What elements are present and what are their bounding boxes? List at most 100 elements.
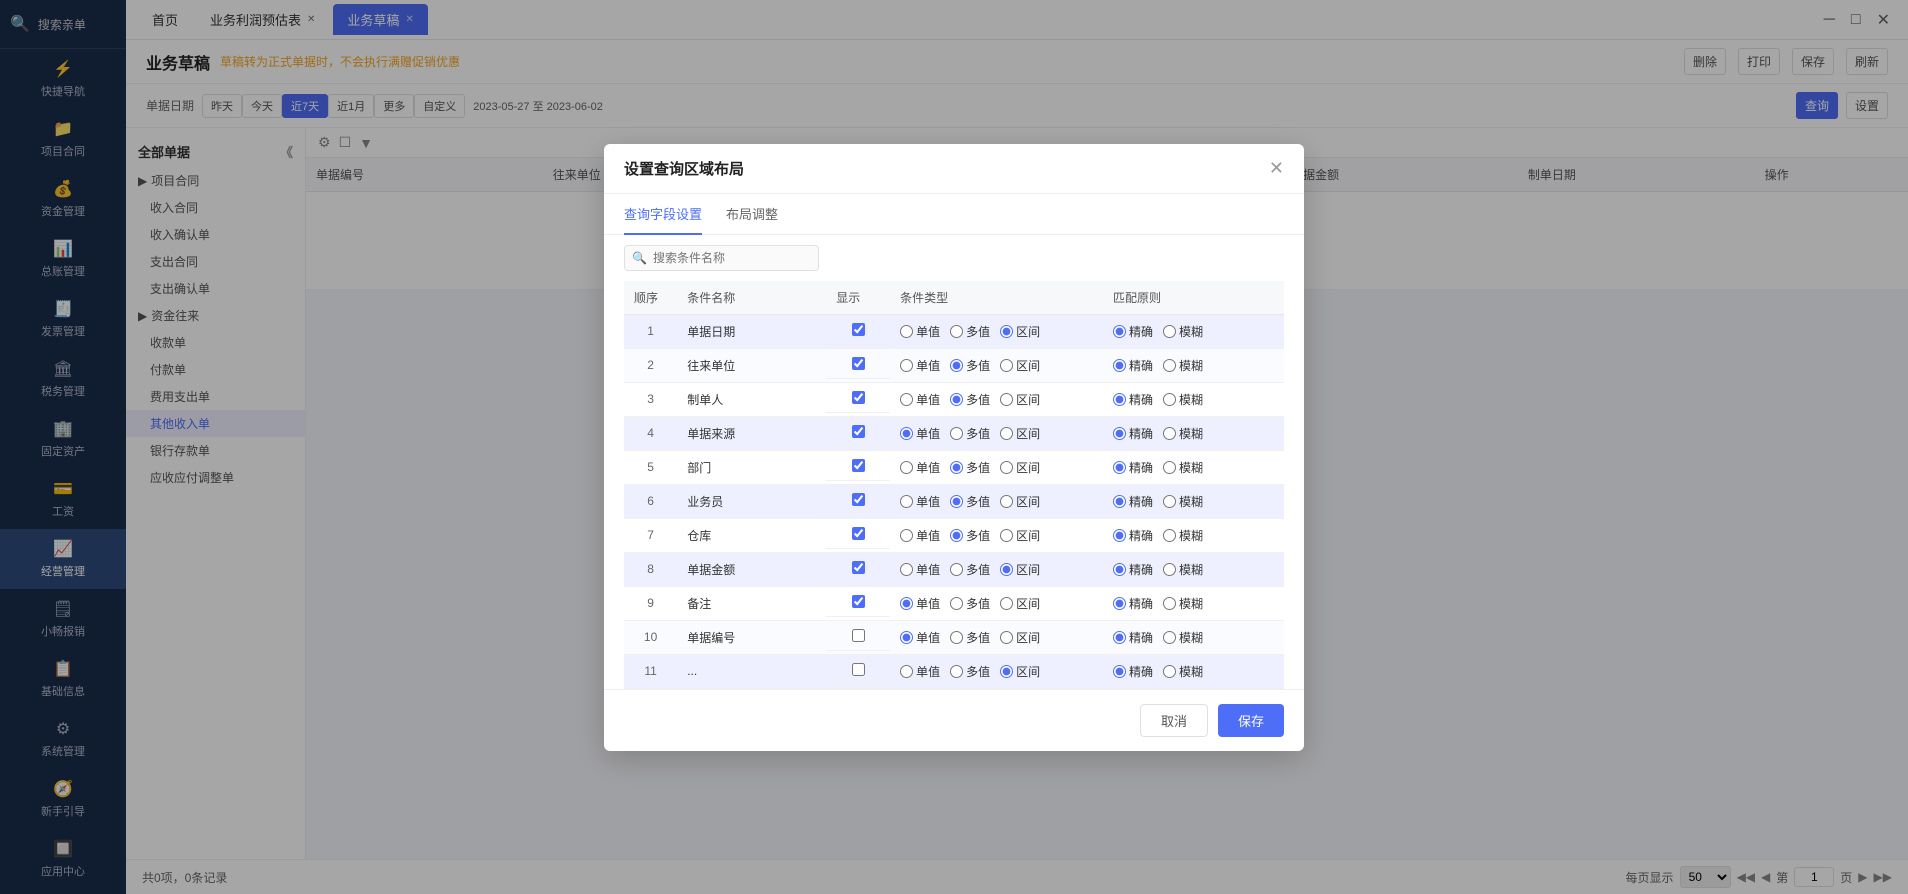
modal-save-button[interactable]: 保存 [1218,704,1284,737]
type-radio-单值[interactable]: 单值 [900,459,940,476]
row-show[interactable] [826,621,890,651]
row-type[interactable]: 单值多值区间 [890,620,1103,654]
row-show[interactable] [826,553,890,583]
type-radio-多值[interactable]: 多值 [950,459,990,476]
type-radio-多值[interactable]: 多值 [950,323,990,340]
row-show[interactable] [826,451,890,481]
type-radio-多值[interactable]: 多值 [950,561,990,578]
type-radio-单值[interactable]: 单值 [900,357,940,374]
cancel-button[interactable]: 取消 [1140,704,1208,737]
row-show[interactable] [826,315,890,345]
type-radio-区间[interactable]: 区间 [1000,663,1040,680]
match-radio-模糊[interactable]: 模糊 [1163,595,1203,612]
type-radio-多值[interactable]: 多值 [950,663,990,680]
match-radio-精确[interactable]: 精确 [1113,323,1153,340]
show-checkbox-9[interactable] [852,595,865,608]
row-match[interactable]: 精确模糊 [1103,552,1284,586]
match-radio-精确[interactable]: 精确 [1113,459,1153,476]
modal-tab-fields[interactable]: 查询字段设置 [624,194,702,235]
row-show[interactable] [826,485,890,515]
show-checkbox-10[interactable] [852,629,865,642]
row-match[interactable]: 精确模糊 [1103,382,1284,416]
type-radio-区间[interactable]: 区间 [1000,357,1040,374]
row-type[interactable]: 单值多值区间 [890,654,1103,688]
show-checkbox-7[interactable] [852,527,865,540]
type-radio-多值[interactable]: 多值 [950,595,990,612]
type-radio-区间[interactable]: 区间 [1000,595,1040,612]
match-radio-模糊[interactable]: 模糊 [1163,391,1203,408]
type-radio-单值[interactable]: 单值 [900,561,940,578]
row-type[interactable]: 单值多值区间 [890,416,1103,450]
row-show[interactable] [826,417,890,447]
match-radio-模糊[interactable]: 模糊 [1163,425,1203,442]
show-checkbox-5[interactable] [852,459,865,472]
type-radio-区间[interactable]: 区间 [1000,493,1040,510]
match-radio-模糊[interactable]: 模糊 [1163,459,1203,476]
row-match[interactable]: 精确模糊 [1103,314,1284,348]
type-radio-单值[interactable]: 单值 [900,391,940,408]
type-radio-区间[interactable]: 区间 [1000,425,1040,442]
row-type[interactable]: 单值多值区间 [890,552,1103,586]
row-match[interactable]: 精确模糊 [1103,450,1284,484]
type-radio-区间[interactable]: 区间 [1000,561,1040,578]
row-show[interactable] [826,349,890,379]
row-match[interactable]: 精确模糊 [1103,620,1284,654]
type-radio-单值[interactable]: 单值 [900,493,940,510]
row-type[interactable]: 单值多值区间 [890,586,1103,620]
row-type[interactable]: 单值多值区间 [890,382,1103,416]
match-radio-模糊[interactable]: 模糊 [1163,323,1203,340]
row-type[interactable]: 单值多值区间 [890,450,1103,484]
match-radio-精确[interactable]: 精确 [1113,391,1153,408]
row-type[interactable]: 单值多值区间 [890,348,1103,382]
show-checkbox-4[interactable] [852,425,865,438]
modal-search-input[interactable] [624,245,819,271]
type-radio-单值[interactable]: 单值 [900,527,940,544]
row-match[interactable]: 精确模糊 [1103,518,1284,552]
match-radio-精确[interactable]: 精确 [1113,527,1153,544]
row-type[interactable]: 单值多值区间 [890,484,1103,518]
match-radio-精确[interactable]: 精确 [1113,663,1153,680]
match-radio-精确[interactable]: 精确 [1113,629,1153,646]
type-radio-单值[interactable]: 单值 [900,629,940,646]
row-match[interactable]: 精确模糊 [1103,654,1284,688]
type-radio-多值[interactable]: 多值 [950,527,990,544]
match-radio-模糊[interactable]: 模糊 [1163,493,1203,510]
show-checkbox-6[interactable] [852,493,865,506]
row-match[interactable]: 精确模糊 [1103,484,1284,518]
match-radio-模糊[interactable]: 模糊 [1163,629,1203,646]
match-radio-模糊[interactable]: 模糊 [1163,561,1203,578]
type-radio-区间[interactable]: 区间 [1000,323,1040,340]
type-radio-多值[interactable]: 多值 [950,357,990,374]
row-show[interactable] [826,519,890,549]
type-radio-多值[interactable]: 多值 [950,493,990,510]
modal-tab-layout[interactable]: 布局调整 [726,194,778,235]
row-match[interactable]: 精确模糊 [1103,348,1284,382]
type-radio-多值[interactable]: 多值 [950,629,990,646]
show-checkbox-8[interactable] [852,561,865,574]
type-radio-单值[interactable]: 单值 [900,425,940,442]
show-checkbox-2[interactable] [852,357,865,370]
type-radio-单值[interactable]: 单值 [900,595,940,612]
show-checkbox-1[interactable] [852,323,865,336]
match-radio-精确[interactable]: 精确 [1113,561,1153,578]
type-radio-区间[interactable]: 区间 [1000,527,1040,544]
row-show[interactable] [826,587,890,617]
match-radio-精确[interactable]: 精确 [1113,357,1153,374]
match-radio-模糊[interactable]: 模糊 [1163,357,1203,374]
modal-close-button[interactable]: ✕ [1269,158,1284,179]
match-radio-模糊[interactable]: 模糊 [1163,663,1203,680]
type-radio-多值[interactable]: 多值 [950,425,990,442]
type-radio-区间[interactable]: 区间 [1000,459,1040,476]
row-match[interactable]: 精确模糊 [1103,586,1284,620]
type-radio-单值[interactable]: 单值 [900,663,940,680]
row-match[interactable]: 精确模糊 [1103,416,1284,450]
type-radio-单值[interactable]: 单值 [900,323,940,340]
type-radio-区间[interactable]: 区间 [1000,629,1040,646]
modal-overlay[interactable]: 设置查询区域布局 ✕ 查询字段设置 布局调整 🔍 顺序 条件名称 显示 条件类型 [0,0,1908,894]
type-radio-多值[interactable]: 多值 [950,391,990,408]
type-radio-区间[interactable]: 区间 [1000,391,1040,408]
row-show[interactable] [826,655,890,685]
show-checkbox-3[interactable] [852,391,865,404]
show-checkbox-11[interactable] [852,663,865,676]
row-type[interactable]: 单值多值区间 [890,518,1103,552]
